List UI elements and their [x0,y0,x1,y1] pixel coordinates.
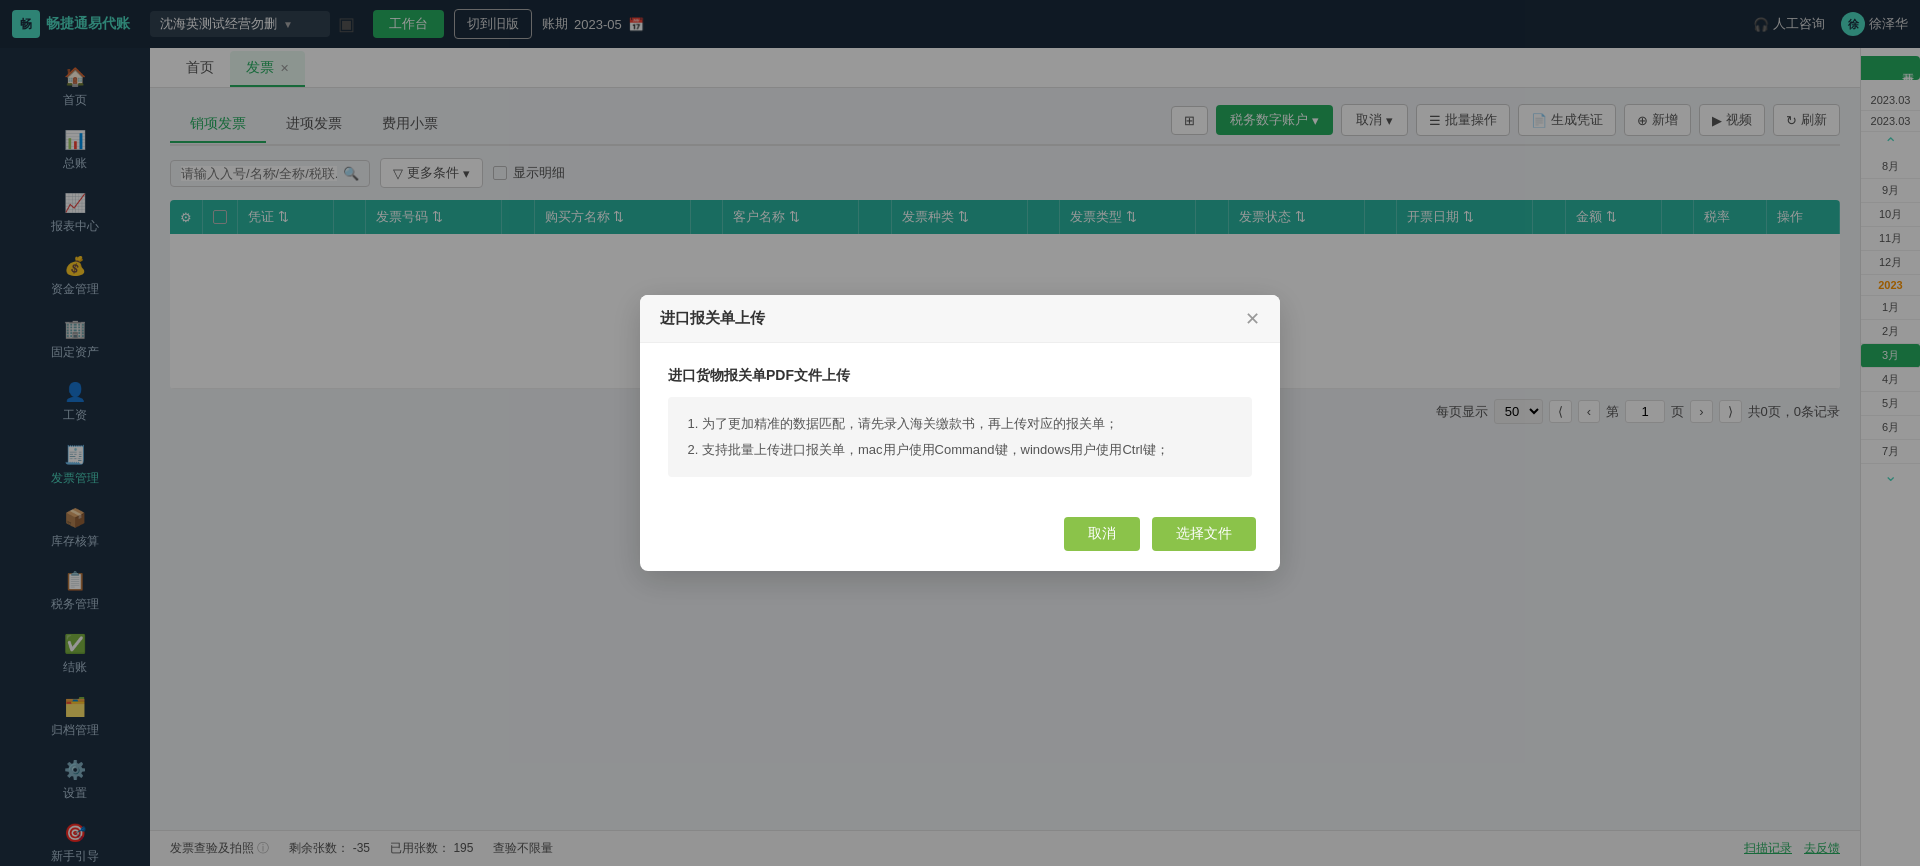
modal-header: 进口报关单上传 ✕ [640,295,1280,343]
modal-close-button[interactable]: ✕ [1245,310,1260,328]
modal-body: 进口货物报关单PDF文件上传 为了更加精准的数据匹配，请先录入海关缴款书，再上传… [640,343,1280,501]
select-file-button[interactable]: 选择文件 [1152,517,1256,551]
modal-title: 进口报关单上传 [660,309,765,328]
modal-overlay: 进口报关单上传 ✕ 进口货物报关单PDF文件上传 为了更加精准的数据匹配，请先录… [0,0,1920,866]
modal-footer: 取消 选择文件 [640,501,1280,571]
modal-cancel-button[interactable]: 取消 [1064,517,1140,551]
instruction-2: 支持批量上传进口报关单，mac用户使用Command键，windows用户使用C… [702,437,1234,463]
modal-info-box: 为了更加精准的数据匹配，请先录入海关缴款书，再上传对应的报关单； 支持批量上传进… [668,397,1252,477]
import-modal: 进口报关单上传 ✕ 进口货物报关单PDF文件上传 为了更加精准的数据匹配，请先录… [640,295,1280,571]
modal-section-title: 进口货物报关单PDF文件上传 [668,367,1252,385]
instruction-1: 为了更加精准的数据匹配，请先录入海关缴款书，再上传对应的报关单； [702,411,1234,437]
